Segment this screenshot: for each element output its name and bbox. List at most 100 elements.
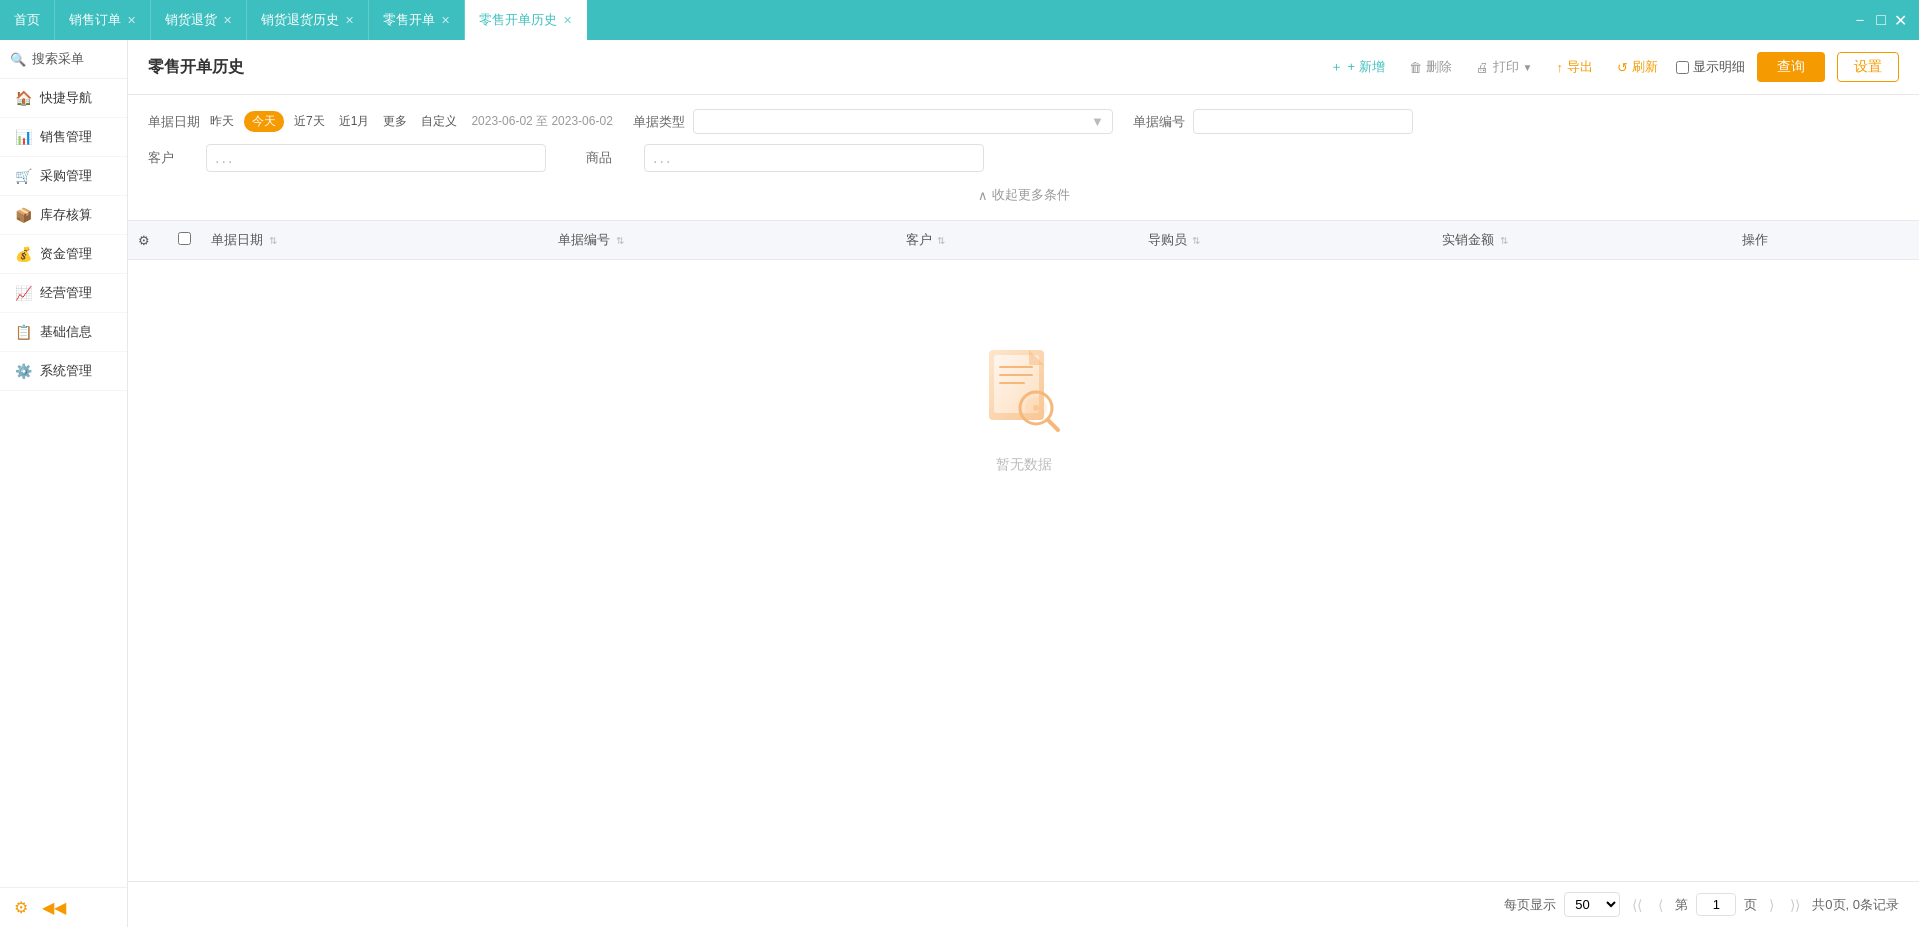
settings-bottom-icon[interactable]: ⚙ — [14, 898, 28, 917]
prev-page-button[interactable]: ⟨ — [1654, 895, 1667, 915]
th-amount-label: 实销金额 — [1442, 232, 1494, 247]
sidebar-item-finance[interactable]: 💰 资金管理 — [0, 235, 127, 274]
sidebar-item-purchase-mgmt-label: 采购管理 — [40, 167, 92, 185]
maximize-button[interactable]: □ — [1876, 11, 1886, 29]
date-btn-yesterday[interactable]: 昨天 — [206, 111, 238, 132]
product-select[interactable]: ... — [644, 144, 984, 172]
sidebar-item-basic-info-label: 基础信息 — [40, 323, 92, 341]
sidebar-item-sales-mgmt[interactable]: 📊 销售管理 — [0, 118, 127, 157]
doc-type-select[interactable]: ▼ — [693, 109, 1113, 134]
customer-select[interactable]: ... — [206, 144, 546, 172]
date-btn-custom[interactable]: 自定义 — [417, 111, 461, 132]
filter-row-2: 客户 ... 商品 ... — [148, 144, 1899, 172]
th-amount[interactable]: 实销金额 ⇅ — [1432, 221, 1732, 260]
nav-tab-sales-return[interactable]: 销货退货 ✕ — [151, 0, 247, 40]
collapse-sidebar-icon[interactable]: ◀◀ — [42, 898, 66, 917]
nav-tabs: 首页 销售订单 ✕ 销货退货 ✕ 销货退货历史 ✕ 零售开单 ✕ 零售开单历史 … — [0, 0, 1840, 40]
th-salesperson-sort-icon: ⇅ — [1192, 235, 1200, 246]
nav-tab-retail-open-label: 零售开单 — [383, 11, 435, 29]
sales-mgmt-icon: 📊 — [14, 128, 32, 146]
sidebar-item-operations[interactable]: 📈 经营管理 — [0, 274, 127, 313]
collapse-bar[interactable]: ∧ 收起更多条件 — [148, 182, 1899, 212]
product-label: 商品 — [586, 149, 636, 167]
sidebar-item-inventory[interactable]: 📦 库存核算 — [0, 196, 127, 235]
date-range-display: 2023-06-02 至 2023-06-02 — [471, 113, 612, 130]
th-amount-sort-icon: ⇅ — [1500, 235, 1508, 246]
close-retail-open-history-icon[interactable]: ✕ — [563, 14, 572, 27]
query-button[interactable]: 查询 — [1757, 52, 1825, 82]
next-page-button[interactable]: ⟩ — [1765, 895, 1778, 915]
nav-tab-home-label: 首页 — [14, 11, 40, 29]
date-btn-more[interactable]: 更多 — [379, 111, 411, 132]
page-title: 零售开单历史 — [148, 57, 244, 78]
pagination-bar: 每页显示 20 50 100 200 ⟨⟨ ⟨ 第 页 ⟩ ⟩⟩ 共0页, 0条… — [128, 881, 1919, 927]
sidebar-item-sys-mgmt[interactable]: ⚙️ 系统管理 — [0, 352, 127, 391]
print-button[interactable]: 🖨 打印 ▼ — [1470, 54, 1539, 80]
close-sales-return-history-icon[interactable]: ✕ — [345, 14, 354, 27]
add-button[interactable]: ＋ + 新增 — [1324, 54, 1390, 80]
page-number-input[interactable] — [1696, 893, 1736, 916]
page-header: 零售开单历史 ＋ + 新增 🗑 删除 🖨 打印 ▼ ↑ 导出 — [128, 40, 1919, 95]
table-header: ⚙ 单据日期 ⇅ 单据编号 ⇅ — [128, 221, 1919, 260]
doc-no-filter-group: 单据编号 — [1133, 109, 1413, 134]
svg-line-7 — [1048, 420, 1058, 430]
doc-no-label: 单据编号 — [1133, 113, 1185, 131]
refresh-button[interactable]: ↺ 刷新 — [1611, 54, 1664, 80]
first-page-button[interactable]: ⟨⟨ — [1628, 895, 1646, 915]
nav-tab-sales-return-history[interactable]: 销货退货历史 ✕ — [247, 0, 369, 40]
th-actions-label: 操作 — [1742, 232, 1768, 247]
page-size-select[interactable]: 20 50 100 200 — [1564, 892, 1620, 917]
minimize-button[interactable]: － — [1852, 10, 1868, 31]
sidebar-item-quick-nav[interactable]: 🏠 快捷导航 — [0, 79, 127, 118]
empty-state-illustration — [974, 340, 1074, 440]
date-btn-month[interactable]: 近1月 — [335, 111, 374, 132]
sidebar-item-operations-label: 经营管理 — [40, 284, 92, 302]
display-detail-toggle[interactable]: 显示明细 — [1676, 58, 1745, 76]
display-detail-label: 显示明细 — [1693, 58, 1745, 76]
nav-tab-retail-open-history[interactable]: 零售开单历史 ✕ — [465, 0, 587, 40]
inventory-icon: 📦 — [14, 206, 32, 224]
close-sales-return-icon[interactable]: ✕ — [223, 14, 232, 27]
sidebar-item-quick-nav-label: 快捷导航 — [40, 89, 92, 107]
table-settings-icon[interactable]: ⚙ — [138, 233, 150, 248]
date-filter-btns: 昨天 今天 近7天 近1月 更多 自定义 — [206, 111, 461, 132]
date-btn-week[interactable]: 近7天 — [290, 111, 329, 132]
doc-no-input[interactable] — [1193, 109, 1413, 134]
sidebar-item-finance-label: 资金管理 — [40, 245, 92, 263]
sidebar-item-basic-info[interactable]: 📋 基础信息 — [0, 313, 127, 352]
close-window-button[interactable]: ✕ — [1894, 11, 1907, 30]
total-info: 共0页, 0条记录 — [1812, 896, 1899, 914]
product-dots: ... — [653, 149, 672, 167]
collapse-up-icon: ∧ — [978, 188, 988, 203]
th-docno[interactable]: 单据编号 ⇅ — [548, 221, 895, 260]
delete-button[interactable]: 🗑 删除 — [1403, 54, 1458, 80]
select-all-checkbox[interactable] — [178, 232, 191, 245]
export-label: 导出 — [1567, 58, 1593, 76]
sidebar-bottom: ⚙ ◀◀ — [0, 887, 127, 927]
close-sales-order-icon[interactable]: ✕ — [127, 14, 136, 27]
export-button[interactable]: ↑ 导出 — [1551, 54, 1600, 80]
add-label: + 新增 — [1347, 58, 1384, 76]
print-dropdown-icon: ▼ — [1523, 62, 1533, 73]
date-btn-today[interactable]: 今天 — [244, 111, 284, 132]
product-filter-group: 商品 ... — [586, 144, 984, 172]
display-detail-checkbox[interactable] — [1676, 61, 1689, 74]
doc-type-label: 单据类型 — [633, 113, 685, 131]
window-controls: － □ ✕ — [1840, 10, 1919, 31]
th-docno-label: 单据编号 — [558, 232, 610, 247]
th-salesperson[interactable]: 导购员 ⇅ — [1138, 221, 1433, 260]
nav-tab-sales-order[interactable]: 销售订单 ✕ — [55, 0, 151, 40]
sidebar-search[interactable]: 🔍 搜索采单 — [0, 40, 127, 79]
nav-tab-retail-open[interactable]: 零售开单 ✕ — [369, 0, 465, 40]
th-customer-label: 客户 — [906, 232, 932, 247]
sidebar-item-purchase-mgmt[interactable]: 🛒 采购管理 — [0, 157, 127, 196]
nav-tab-home[interactable]: 首页 — [0, 0, 55, 40]
close-retail-open-icon[interactable]: ✕ — [441, 14, 450, 27]
th-date[interactable]: 单据日期 ⇅ — [201, 221, 548, 260]
last-page-button[interactable]: ⟩⟩ — [1786, 895, 1804, 915]
th-docno-sort-icon: ⇅ — [616, 235, 624, 246]
th-customer-sort-icon: ⇅ — [937, 235, 945, 246]
setting-button[interactable]: 设置 — [1837, 52, 1899, 82]
th-customer[interactable]: 客户 ⇅ — [896, 221, 1138, 260]
delete-icon: 🗑 — [1409, 60, 1422, 75]
